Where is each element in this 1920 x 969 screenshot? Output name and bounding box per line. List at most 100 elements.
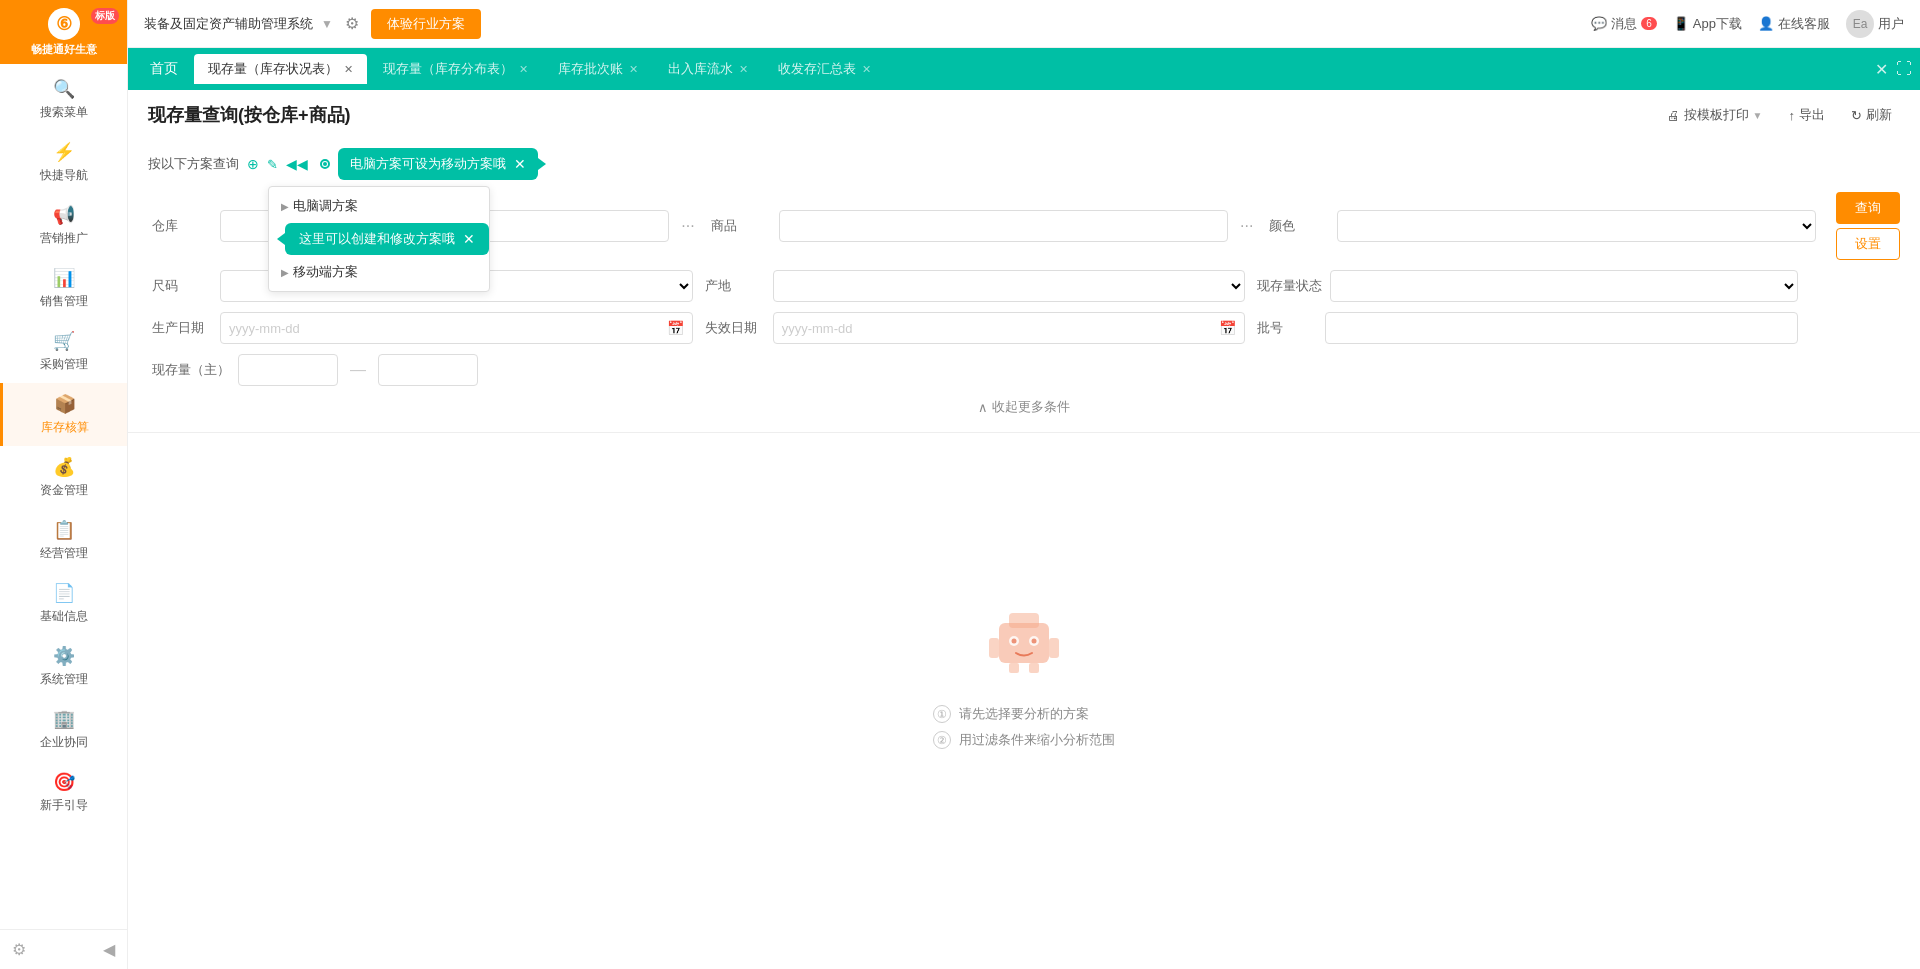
- size-label: 尺码: [152, 277, 212, 295]
- sidebar-item-marketing[interactable]: 📢 营销推广: [0, 194, 127, 257]
- collapse-sidebar-icon[interactable]: ◀: [103, 940, 115, 959]
- produce-date-placeholder: yyyy-mm-dd: [229, 321, 300, 336]
- sidebar-item-label: 快捷导航: [40, 167, 88, 184]
- sidebar-item-inventory[interactable]: 📦 库存核算: [0, 383, 127, 446]
- filter-col-expire-date: 失效日期 yyyy-mm-dd 📅: [705, 312, 1246, 344]
- tab-inout-flow[interactable]: 出入库流水 ✕: [654, 54, 762, 84]
- sidebar-item-search[interactable]: 🔍 搜索菜单: [0, 68, 127, 131]
- sidebar-item-label: 搜索菜单: [40, 104, 88, 121]
- online-service-label: 在线客服: [1778, 15, 1830, 33]
- color-select[interactable]: [1337, 210, 1816, 242]
- scheme-mobile-label: 移动端方案: [293, 263, 358, 281]
- message-btn[interactable]: 💬 消息 6: [1591, 15, 1657, 33]
- filter-area: 按以下方案查询 ⊕ ✎ ◀◀ 电脑方案可设为移动方案哦 ✕: [128, 136, 1920, 433]
- sidebar-item-label: 库存核算: [41, 419, 89, 436]
- tab-close-icon[interactable]: ✕: [344, 63, 353, 76]
- filter-col-produce-date: 生产日期 yyyy-mm-dd 📅: [152, 312, 693, 344]
- sidebar-item-label: 新手引导: [40, 797, 88, 814]
- produce-date-input[interactable]: yyyy-mm-dd 📅: [220, 312, 693, 344]
- system-name: 装备及固定资产辅助管理系统: [144, 15, 313, 33]
- empty-tips: ① 请先选择要分析的方案 ② 用过滤条件来缩小分析范围: [933, 705, 1115, 749]
- tooltip1-close[interactable]: ✕: [514, 156, 526, 172]
- app-download-label: App下载: [1693, 15, 1742, 33]
- goods-more-icon[interactable]: ···: [1236, 217, 1257, 235]
- reset-btn[interactable]: 设置: [1836, 228, 1900, 260]
- system-selector[interactable]: 装备及固定资产辅助管理系统 ▼: [144, 15, 333, 33]
- stock-status-select[interactable]: [1330, 270, 1798, 302]
- sidebar-item-label: 销售管理: [40, 293, 88, 310]
- tab-label: 出入库流水: [668, 60, 733, 78]
- tab-batch-account[interactable]: 库存批次账 ✕: [544, 54, 652, 84]
- tooltip2-close[interactable]: ✕: [463, 231, 475, 247]
- tabbar-close-all-icon[interactable]: ✕: [1875, 60, 1888, 79]
- message-label: 消息: [1611, 15, 1637, 33]
- tabbar: 首页 现存量（库存状况表） ✕ 现存量（库存分布表） ✕ 库存批次账 ✕ 出入库…: [128, 48, 1920, 90]
- sidebar-item-label: 采购管理: [40, 356, 88, 373]
- topbar-right: 💬 消息 6 📱 App下载 👤 在线客服 Ea 用户: [1591, 10, 1904, 38]
- filter-label: 按以下方案查询: [148, 155, 239, 173]
- expire-date-input[interactable]: yyyy-mm-dd 📅: [773, 312, 1246, 344]
- stock-main-max[interactable]: [378, 354, 478, 386]
- range-separator: —: [350, 361, 366, 379]
- user-menu[interactable]: Ea 用户: [1846, 10, 1904, 38]
- sidebar-item-system[interactable]: ⚙️ 系统管理: [0, 635, 127, 698]
- add-scheme-icon[interactable]: ⊕: [247, 156, 259, 172]
- batch-no-input[interactable]: [1325, 312, 1798, 344]
- sidebar-item-basicinfo[interactable]: 📄 基础信息: [0, 572, 127, 635]
- sidebar-item-sales[interactable]: 📊 销售管理: [0, 257, 127, 320]
- logo-text: 畅捷通好生意: [31, 42, 97, 56]
- tab-label: 现存量（库存分布表）: [383, 60, 513, 78]
- sidebar-item-quicknav[interactable]: ⚡ 快捷导航: [0, 131, 127, 194]
- search-btn[interactable]: 查询: [1836, 192, 1900, 224]
- online-service-btn[interactable]: 👤 在线客服: [1758, 15, 1830, 33]
- scheme-item-desktop[interactable]: ▶ 电脑调方案: [269, 191, 489, 221]
- print-btn[interactable]: 🖨 按模板打印 ▼: [1659, 102, 1771, 128]
- sidebar-footer: ⚙ ◀: [0, 929, 127, 969]
- sidebar-item-purchase[interactable]: 🛒 采购管理: [0, 320, 127, 383]
- guide-icon: 🎯: [53, 771, 75, 793]
- tab-close-icon[interactable]: ✕: [519, 63, 528, 76]
- warehouse-label: 仓库: [152, 217, 212, 235]
- tab-close-icon[interactable]: ✕: [739, 63, 748, 76]
- tab-home[interactable]: 首页: [136, 54, 192, 84]
- sidebar-item-finance[interactable]: 💰 资金管理: [0, 446, 127, 509]
- sidebar-item-enterprise[interactable]: 🏢 企业协同: [0, 698, 127, 761]
- tab-inventory-dist[interactable]: 现存量（库存分布表） ✕: [369, 54, 542, 84]
- refresh-btn[interactable]: ↻ 刷新: [1843, 102, 1900, 128]
- app-download-btn[interactable]: 📱 App下载: [1673, 15, 1742, 33]
- tab-close-icon[interactable]: ✕: [629, 63, 638, 76]
- tab-inventory-status[interactable]: 现存量（库存状况表） ✕: [194, 54, 367, 84]
- scheme-selector: [320, 159, 330, 169]
- gear-icon[interactable]: ⚙: [345, 14, 359, 33]
- print-icon: 🖨: [1667, 108, 1680, 123]
- warehouse-more-icon[interactable]: ···: [677, 217, 698, 235]
- tab-close-icon[interactable]: ✕: [862, 63, 871, 76]
- tab-receive-summary[interactable]: 收发存汇总表 ✕: [764, 54, 885, 84]
- settings-icon[interactable]: ⚙: [12, 940, 26, 959]
- stock-main-min[interactable]: [238, 354, 338, 386]
- back-icon[interactable]: ◀◀: [286, 156, 308, 172]
- svg-rect-6: [989, 638, 999, 658]
- tip2-text: 用过滤条件来缩小分析范围: [959, 731, 1115, 749]
- topbar: 装备及固定资产辅助管理系统 ▼ ⚙ 体验行业方案 💬 消息 6 📱 App下载 …: [128, 0, 1920, 48]
- origin-select[interactable]: [773, 270, 1246, 302]
- page-actions: 🖨 按模板打印 ▼ ↑ 导出 ↻ 刷新: [1659, 102, 1900, 128]
- industry-btn[interactable]: 体验行业方案: [371, 9, 481, 39]
- filter-col-stock-main: 现存量（主） —: [152, 354, 697, 386]
- message-badge: 6: [1641, 17, 1657, 30]
- tab-label: 现存量（库存状况表）: [208, 60, 338, 78]
- tab-label: 收发存汇总表: [778, 60, 856, 78]
- produce-date-label: 生产日期: [152, 319, 212, 337]
- sidebar-nav: 🔍 搜索菜单 ⚡ 快捷导航 📢 营销推广 📊 销售管理 🛒 采购管理 📦 库存核…: [0, 64, 127, 929]
- sidebar-item-guide[interactable]: 🎯 新手引导: [0, 761, 127, 824]
- filter-row-4: 现存量（主） —: [152, 354, 1900, 386]
- collapse-btn[interactable]: ∧ 收起更多条件: [148, 394, 1900, 420]
- goods-input[interactable]: [779, 210, 1228, 242]
- sidebar-item-operations[interactable]: 📋 经营管理: [0, 509, 127, 572]
- svg-rect-1: [1009, 613, 1039, 628]
- edit-scheme-icon[interactable]: ✎: [267, 157, 278, 172]
- color-label: 颜色: [1269, 217, 1329, 235]
- export-btn[interactable]: ↑ 导出: [1781, 102, 1834, 128]
- scheme-item-mobile[interactable]: ▶ 移动端方案: [269, 257, 489, 287]
- tabbar-expand-icon[interactable]: ⛶: [1896, 60, 1912, 78]
